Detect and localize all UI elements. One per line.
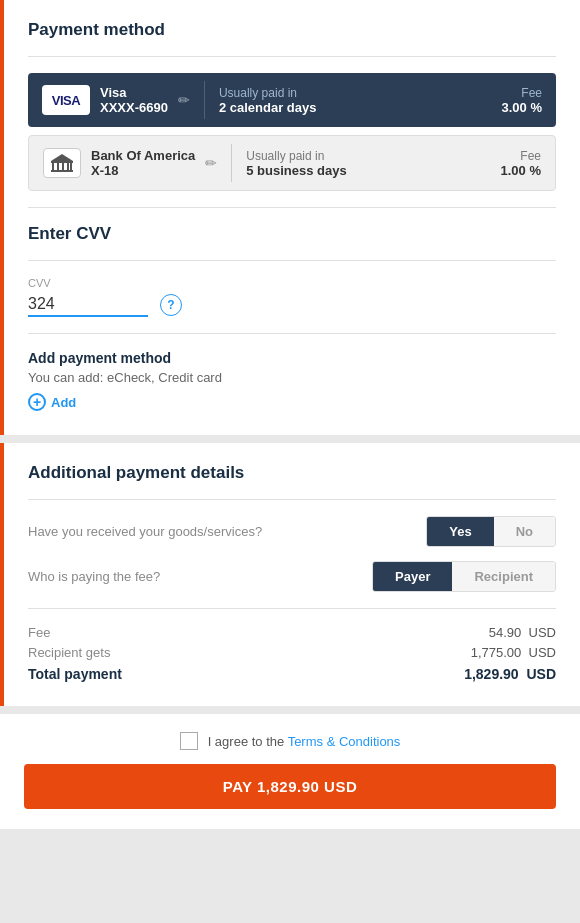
total-payment-row: Total payment 1,829.90 USD <box>28 666 556 682</box>
bank-number: X-18 <box>91 163 195 178</box>
goods-yes-button[interactable]: Yes <box>427 517 493 546</box>
fee-payer-label: Who is paying the fee? <box>28 569 160 584</box>
fee-amount-value: 54.90 USD <box>456 625 556 640</box>
svg-rect-3 <box>62 163 64 170</box>
agree-checkbox[interactable] <box>180 732 198 750</box>
pay-button[interactable]: PAY 1,829.90 USD <box>24 764 556 809</box>
additional-details-title: Additional payment details <box>28 463 556 483</box>
bank-info-area: Usually paid in 5 business days Fee 1.00… <box>232 139 555 188</box>
visa-logo-area: VISA Visa XXXX-6690 ✏ <box>28 73 204 127</box>
total-payment-value: 1,829.90 USD <box>456 666 556 682</box>
fee-payer-button[interactable]: Payer <box>373 562 452 591</box>
payment-method-section: Payment method VISA Visa XXXX-6690 ✏ Usu… <box>0 0 580 435</box>
payment-row-bank[interactable]: Bank Of America X-18 ✏ Usually paid in 5… <box>28 135 556 191</box>
visa-edit-icon-area[interactable]: ✏ <box>178 92 190 108</box>
bank-fee-value: 1.00 % <box>501 163 541 178</box>
fee-amount-label: Fee <box>28 625 50 640</box>
goods-received-row: Have you received your goods/services? Y… <box>28 516 556 547</box>
fee-detail-section: Fee 54.90 USD Recipient gets 1,775.00 US… <box>28 625 556 682</box>
goods-received-label: Have you received your goods/services? <box>28 524 262 539</box>
agree-row: I agree to the Terms & Conditions <box>24 732 556 750</box>
bank-logo-area: Bank Of America X-18 ✏ <box>29 136 231 190</box>
visa-timing: Usually paid in 2 calendar days <box>219 86 317 115</box>
bank-logo <box>43 148 81 178</box>
visa-info-area: Usually paid in 2 calendar days Fee 3.00… <box>205 76 556 125</box>
svg-rect-2 <box>57 163 59 170</box>
add-circle-icon: + <box>28 393 46 411</box>
recipient-gets-label: Recipient gets <box>28 645 110 660</box>
visa-name-area: Visa XXXX-6690 <box>100 85 168 115</box>
add-payment-label: Add <box>51 395 76 410</box>
fee-toggle-group: Payer Recipient <box>372 561 556 592</box>
payment-row-visa[interactable]: VISA Visa XXXX-6690 ✏ Usually paid in 2 … <box>28 73 556 127</box>
fee-amount-row: Fee 54.90 USD <box>28 625 556 640</box>
bank-timing-label: Usually paid in <box>246 149 346 163</box>
total-payment-label: Total payment <box>28 666 122 682</box>
add-payment-title: Add payment method <box>28 350 556 366</box>
agree-text: I agree to the Terms & Conditions <box>208 734 401 749</box>
bank-icon <box>50 153 74 173</box>
visa-logo: VISA <box>42 85 90 115</box>
visa-fee: Fee 3.00 % <box>502 86 542 115</box>
add-payment-description: You can add: eCheck, Credit card <box>28 370 556 385</box>
cvv-section-title: Enter CVV <box>28 224 556 244</box>
visa-number: XXXX-6690 <box>100 100 168 115</box>
svg-rect-0 <box>51 161 73 163</box>
visa-edit-icon[interactable]: ✏ <box>178 92 190 108</box>
visa-timing-value: 2 calendar days <box>219 100 317 115</box>
terms-link[interactable]: Terms & Conditions <box>288 734 401 749</box>
payment-method-title: Payment method <box>28 20 556 40</box>
svg-marker-7 <box>51 154 73 161</box>
bank-edit-icon[interactable]: ✏ <box>205 155 217 171</box>
svg-rect-5 <box>70 163 72 170</box>
fee-payer-row: Who is paying the fee? Payer Recipient <box>28 561 556 592</box>
goods-no-button[interactable]: No <box>494 517 555 546</box>
cvv-field-wrapper: CVV ? <box>28 277 556 317</box>
footer-section: I agree to the Terms & Conditions PAY 1,… <box>0 714 580 829</box>
svg-rect-1 <box>52 163 54 170</box>
visa-fee-label: Fee <box>502 86 542 100</box>
goods-toggle-group: Yes No <box>426 516 556 547</box>
recipient-gets-row: Recipient gets 1,775.00 USD <box>28 645 556 660</box>
svg-rect-4 <box>67 163 69 170</box>
divider-cvv-under <box>28 260 556 261</box>
add-payment-link[interactable]: + Add <box>28 393 556 411</box>
cvv-input[interactable] <box>28 293 148 317</box>
divider-fee-breakdown <box>28 608 556 609</box>
cvv-input-row: ? <box>28 293 556 317</box>
divider-add <box>28 333 556 334</box>
visa-name: Visa <box>100 85 168 100</box>
divider-details-top <box>28 499 556 500</box>
fee-recipient-button[interactable]: Recipient <box>452 562 555 591</box>
cvv-label: CVV <box>28 277 556 289</box>
bank-edit-icon-area[interactable]: ✏ <box>205 155 217 171</box>
svg-rect-6 <box>51 170 73 172</box>
bank-timing: Usually paid in 5 business days <box>246 149 346 178</box>
additional-details-section: Additional payment details Have you rece… <box>0 443 580 706</box>
recipient-gets-value: 1,775.00 USD <box>456 645 556 660</box>
bank-fee-label: Fee <box>501 149 541 163</box>
divider-top <box>28 56 556 57</box>
bank-timing-value: 5 business days <box>246 163 346 178</box>
visa-fee-value: 3.00 % <box>502 100 542 115</box>
bank-name: Bank Of America <box>91 148 195 163</box>
divider-cvv-top <box>28 207 556 208</box>
visa-timing-label: Usually paid in <box>219 86 317 100</box>
bank-name-area: Bank Of America X-18 <box>91 148 195 178</box>
cvv-help-icon[interactable]: ? <box>160 294 182 316</box>
bank-fee: Fee 1.00 % <box>501 149 541 178</box>
